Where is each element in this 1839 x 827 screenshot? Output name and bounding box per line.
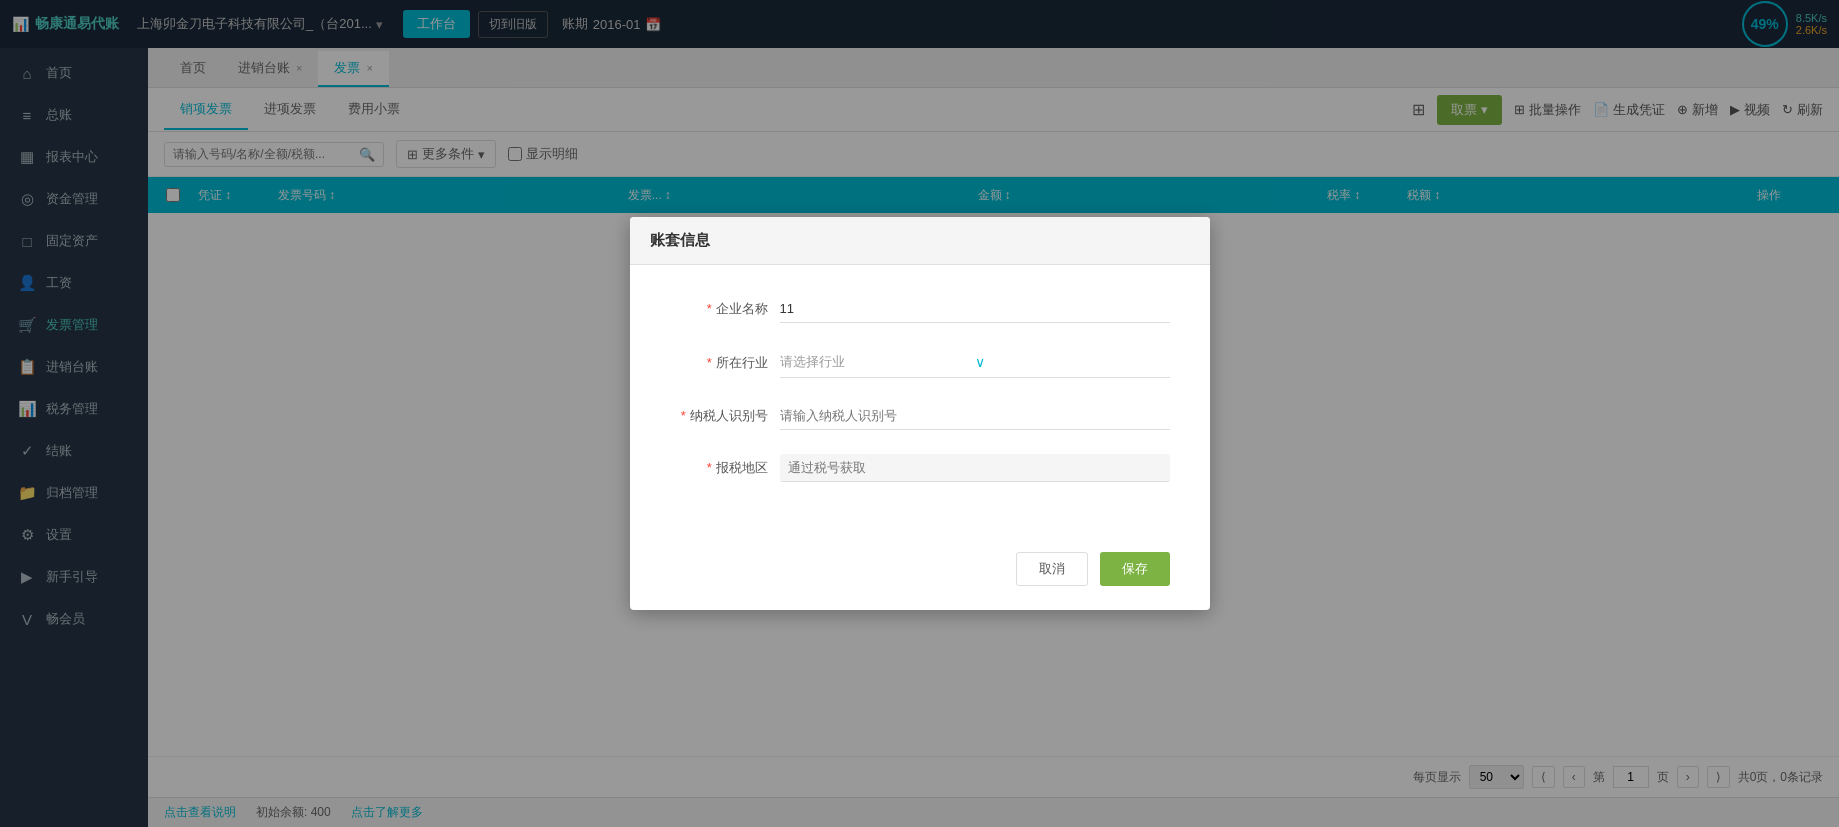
- save-button[interactable]: 保存: [1100, 552, 1170, 586]
- dialog-title: 账套信息: [650, 231, 710, 248]
- industry-select[interactable]: 请选择行业 ∨: [780, 347, 1170, 378]
- tax-region-label-text: 报税地区: [716, 460, 768, 475]
- industry-dropdown-icon: ∨: [975, 354, 1170, 370]
- form-row-tax-id: * 纳税人识别号: [670, 402, 1170, 430]
- form-row-industry: * 所在行业 请选择行业 ∨: [670, 347, 1170, 378]
- form-row-tax-region: * 报税地区: [670, 454, 1170, 482]
- industry-label-text: 所在行业: [716, 355, 768, 370]
- modal-overlay: 账套信息 * 企业名称 * 所在行业 请选择行业 ∨: [0, 0, 1839, 827]
- form-row-company: * 企业名称: [670, 295, 1170, 323]
- tax-id-input[interactable]: [780, 402, 1170, 430]
- dialog-body: * 企业名称 * 所在行业 请选择行业 ∨ * 纳: [630, 265, 1210, 536]
- tax-region-label: * 报税地区: [670, 459, 780, 477]
- required-marker: *: [707, 301, 712, 316]
- tax-region-input: [780, 454, 1170, 482]
- required-marker-4: *: [707, 460, 712, 475]
- company-name-label-text: 企业名称: [716, 301, 768, 316]
- dialog-header: 账套信息: [630, 217, 1210, 265]
- required-marker-2: *: [707, 355, 712, 370]
- dialog-footer: 取消 保存: [630, 536, 1210, 610]
- required-marker-3: *: [681, 408, 686, 423]
- company-name-input[interactable]: [780, 295, 1170, 323]
- industry-label: * 所在行业: [670, 354, 780, 372]
- account-info-dialog: 账套信息 * 企业名称 * 所在行业 请选择行业 ∨: [630, 217, 1210, 610]
- tax-id-label: * 纳税人识别号: [670, 407, 780, 425]
- industry-placeholder: 请选择行业: [780, 353, 975, 371]
- cancel-button[interactable]: 取消: [1016, 552, 1088, 586]
- company-name-label: * 企业名称: [670, 300, 780, 318]
- tax-id-label-text: 纳税人识别号: [690, 408, 768, 423]
